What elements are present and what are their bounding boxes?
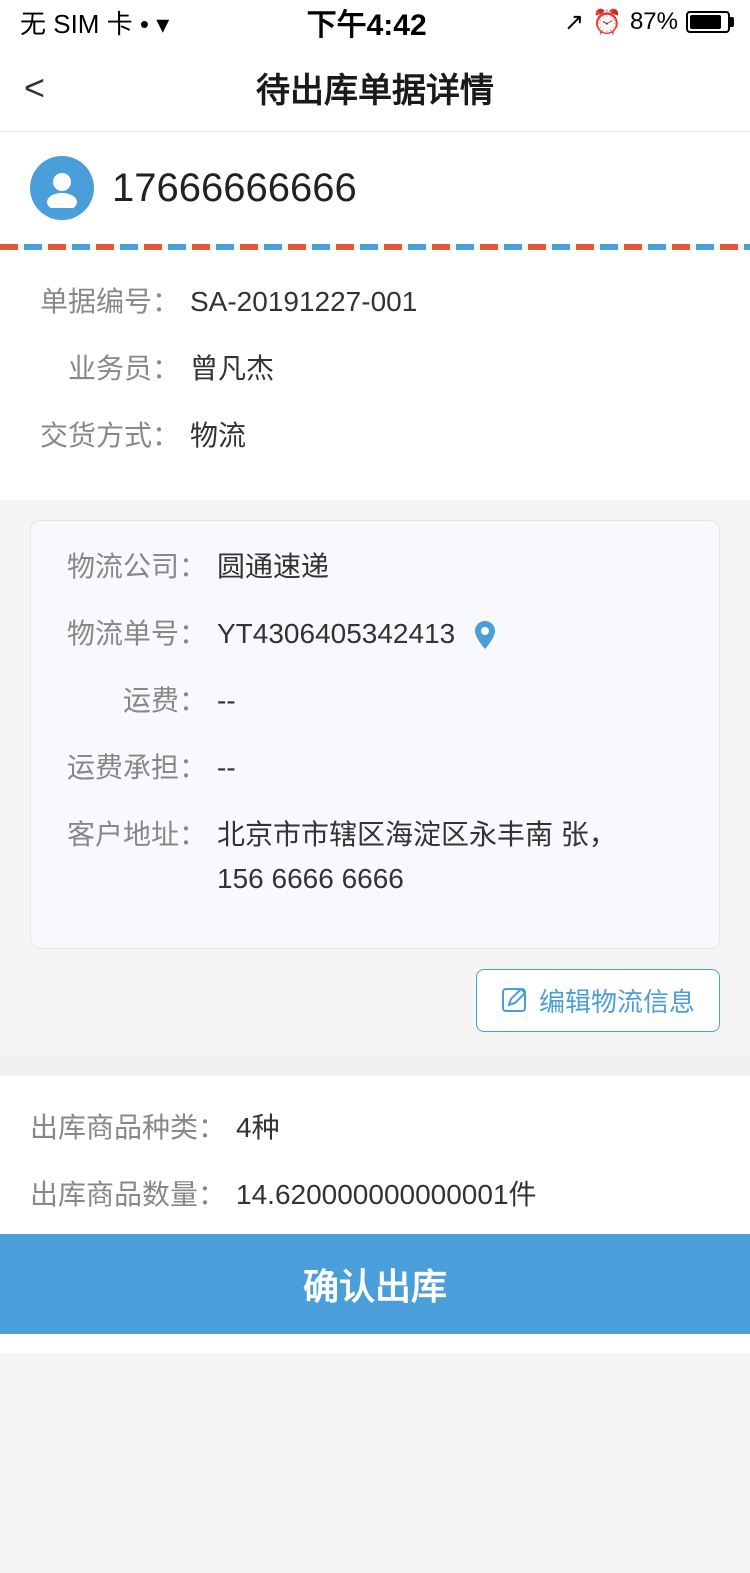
address-label: 客户地址： <box>57 813 207 858</box>
delivery-method-value: 物流 <box>190 414 246 459</box>
location-status-icon: ↗ <box>564 8 584 37</box>
battery-icon <box>686 11 730 33</box>
document-no-value: SA-20191227-001 <box>190 280 417 325</box>
stock-types-value: 4种 <box>236 1106 280 1151</box>
customer-phone: 17666666666 <box>112 166 357 211</box>
section-divider <box>0 1056 750 1076</box>
freight-bearer-label: 运费承担： <box>57 746 207 791</box>
sales-rep-value: 曾凡杰 <box>190 347 274 392</box>
stock-types-label: 出库商品种类： <box>30 1106 226 1151</box>
confirm-outbound-button[interactable]: 确认出库 <box>0 1234 750 1334</box>
freight-value: -- <box>217 679 236 724</box>
freight-label: 运费： <box>57 679 207 724</box>
edit-logistics-button[interactable]: 编辑物流信息 <box>476 969 720 1032</box>
delivery-method-label: 交货方式： <box>30 414 180 459</box>
edit-icon <box>501 987 529 1015</box>
freight-bearer-row: 运费承担： -- <box>57 746 693 791</box>
location-pin-icon[interactable] <box>469 619 501 651</box>
address-value: 北京市市辖区海淀区永丰南 张，156 6666 6666 <box>217 813 657 903</box>
back-button[interactable]: < <box>24 67 45 109</box>
basic-info-section: 单据编号： SA-20191227-001 业务员： 曾凡杰 交货方式： 物流 <box>0 250 750 500</box>
document-no-row: 单据编号： SA-20191227-001 <box>30 280 720 325</box>
address-row: 客户地址： 北京市市辖区海淀区永丰南 张，156 6666 6666 <box>57 813 693 903</box>
sales-rep-label: 业务员： <box>30 347 180 392</box>
edit-btn-row: 编辑物流信息 <box>0 969 750 1056</box>
avatar <box>30 156 94 220</box>
status-right: ↗ ⏰ 87% <box>564 8 730 37</box>
freight-bearer-value: -- <box>217 746 236 791</box>
alarm-icon: ⏰ <box>592 8 622 37</box>
tracking-no-row: 物流单号： YT4306405342413 <box>57 612 693 657</box>
freight-row: 运费： -- <box>57 679 693 724</box>
status-bar: 无 SIM 卡 • ▾ 下午4:42 ↗ ⏰ 87% <box>0 0 750 44</box>
stock-quantity-value: 14.620000000000001件 <box>236 1173 537 1218</box>
battery-percent: 87% <box>630 8 678 36</box>
tracking-no-label: 物流单号： <box>57 612 207 657</box>
stock-types-row: 出库商品种类： 4种 <box>30 1106 720 1151</box>
logistics-company-row: 物流公司： 圆通速递 <box>57 545 693 590</box>
stock-quantity-label: 出库商品数量： <box>30 1173 226 1218</box>
customer-header: 17666666666 <box>0 132 750 244</box>
bottom-spacer <box>0 1353 750 1573</box>
logistics-card: 物流公司： 圆通速递 物流单号： YT4306405342413 运费： -- … <box>30 520 720 949</box>
stock-quantity-row: 出库商品数量： 14.620000000000001件 <box>30 1173 720 1218</box>
logistics-company-value: 圆通速递 <box>217 545 329 590</box>
delivery-method-row: 交货方式： 物流 <box>30 414 720 459</box>
tracking-no-value: YT4306405342413 <box>217 612 501 657</box>
sales-rep-row: 业务员： 曾凡杰 <box>30 347 720 392</box>
stock-info-section: 出库商品种类： 4种 出库商品数量： 14.620000000000001件 <box>0 1076 750 1260</box>
edit-logistics-label: 编辑物流信息 <box>539 982 695 1019</box>
document-no-label: 单据编号： <box>30 280 180 325</box>
status-left: 无 SIM 卡 • ▾ <box>20 4 169 41</box>
nav-bar: < 待出库单据详情 <box>0 44 750 132</box>
status-time: 下午4:42 <box>307 0 427 44</box>
page-title: 待出库单据详情 <box>256 63 494 112</box>
confirm-outbound-label: 确认出库 <box>303 1258 447 1310</box>
logistics-company-label: 物流公司： <box>57 545 207 590</box>
